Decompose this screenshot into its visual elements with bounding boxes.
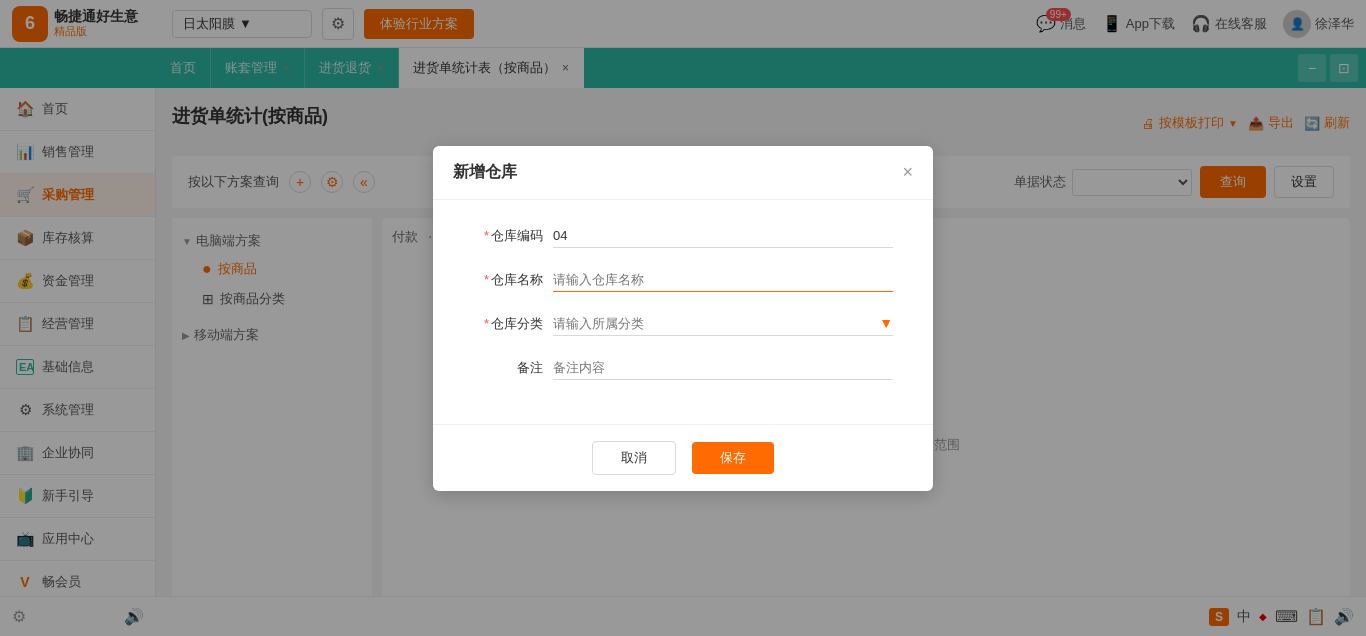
modal-overlay: 新增仓库 × *仓库编码 *仓库名称 *仓库分类: [0, 0, 1366, 636]
code-label: *仓库编码: [473, 227, 543, 245]
name-label: *仓库名称: [473, 271, 543, 289]
warehouse-code-row: *仓库编码: [473, 224, 893, 248]
new-warehouse-modal: 新增仓库 × *仓库编码 *仓库名称 *仓库分类: [433, 146, 933, 491]
warehouse-note-input[interactable]: [553, 356, 893, 380]
cancel-button[interactable]: 取消: [592, 441, 676, 475]
required-mark-category: *: [484, 316, 489, 331]
warehouse-category-row: *仓库分类 ▼: [473, 312, 893, 336]
category-label: *仓库分类: [473, 315, 543, 333]
required-mark: *: [484, 228, 489, 243]
note-label: 备注: [473, 359, 543, 377]
category-dropdown-icon[interactable]: ▼: [879, 315, 893, 331]
warehouse-name-input[interactable]: [553, 268, 893, 292]
modal-footer: 取消 保存: [433, 424, 933, 491]
warehouse-note-row: 备注: [473, 356, 893, 380]
modal-close-button[interactable]: ×: [902, 163, 913, 181]
category-select-input[interactable]: [553, 312, 879, 335]
category-select-wrapper: ▼: [553, 312, 893, 336]
warehouse-code-input[interactable]: [553, 224, 893, 248]
modal-header: 新增仓库 ×: [433, 146, 933, 200]
required-mark-name: *: [484, 272, 489, 287]
save-button[interactable]: 保存: [692, 442, 774, 474]
modal-body: *仓库编码 *仓库名称 *仓库分类 ▼: [433, 200, 933, 424]
modal-title: 新增仓库: [453, 162, 517, 183]
warehouse-name-row: *仓库名称: [473, 268, 893, 292]
